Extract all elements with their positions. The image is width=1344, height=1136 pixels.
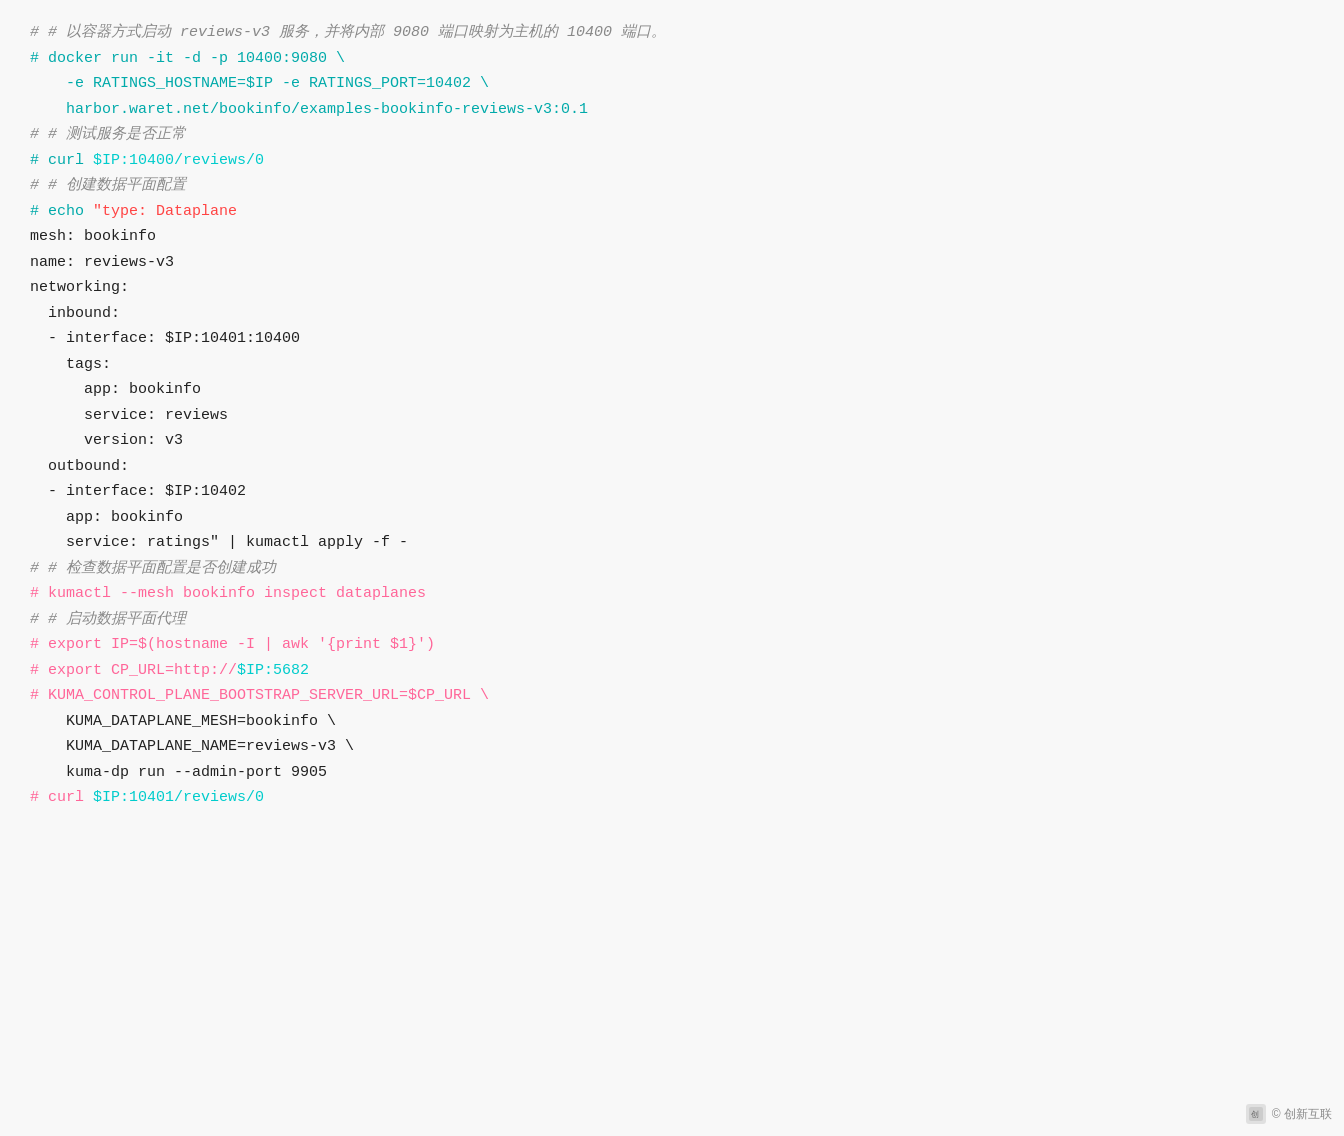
code-token: service: reviews xyxy=(30,407,228,424)
code-line: # # 测试服务是否正常 xyxy=(30,122,1314,148)
code-line: # kumactl --mesh bookinfo inspect datapl… xyxy=(30,581,1314,607)
code-container: # # 以容器方式启动 reviews-v3 服务，并将内部 9080 端口映射… xyxy=(0,0,1344,1136)
code-line: - interface: $IP:10401:10400 xyxy=(30,326,1314,352)
code-line: # curl $IP:10400/reviews/0 xyxy=(30,148,1314,174)
code-token: outbound: xyxy=(30,458,129,475)
code-line: mesh: bookinfo xyxy=(30,224,1314,250)
code-token: # export IP=$(hostname -I | awk '{print … xyxy=(30,636,435,653)
code-line: app: bookinfo xyxy=(30,505,1314,531)
code-token: # # 测试服务是否正常 xyxy=(30,126,186,143)
code-line: # # 创建数据平面配置 xyxy=(30,173,1314,199)
code-line: - interface: $IP:10402 xyxy=(30,479,1314,505)
code-token: # kumactl --mesh bookinfo inspect datapl… xyxy=(30,585,426,602)
code-line: KUMA_DATAPLANE_MESH=bookinfo \ xyxy=(30,709,1314,735)
watermark-text: © 创新互联 xyxy=(1272,1106,1332,1123)
code-line: # curl $IP:10401/reviews/0 xyxy=(30,785,1314,811)
code-token: mesh: bookinfo xyxy=(30,228,156,245)
code-line: service: reviews xyxy=(30,403,1314,429)
code-token: KUMA_DATAPLANE_NAME=reviews-v3 \ xyxy=(30,738,354,755)
code-line: KUMA_DATAPLANE_NAME=reviews-v3 \ xyxy=(30,734,1314,760)
code-line: name: reviews-v3 xyxy=(30,250,1314,276)
code-token: # # 启动数据平面代理 xyxy=(30,611,186,628)
code-token: - interface: $IP:10402 xyxy=(30,483,246,500)
code-line: # docker run -it -d -p 10400:9080 \ xyxy=(30,46,1314,72)
code-token: app: bookinfo xyxy=(30,509,183,526)
code-line: app: bookinfo xyxy=(30,377,1314,403)
code-block: # # 以容器方式启动 reviews-v3 服务，并将内部 9080 端口映射… xyxy=(30,20,1314,811)
code-token: # curl xyxy=(30,152,93,169)
code-line: # export CP_URL=http://$IP:5682 xyxy=(30,658,1314,684)
code-token: tags: xyxy=(30,356,111,373)
code-token: networking: xyxy=(30,279,129,296)
code-token: # export CP_URL=http:// xyxy=(30,662,237,679)
code-line: # KUMA_CONTROL_PLANE_BOOTSTRAP_SERVER_UR… xyxy=(30,683,1314,709)
code-token: name: reviews-v3 xyxy=(30,254,174,271)
code-token: app: bookinfo xyxy=(30,381,201,398)
code-token: inbound: xyxy=(30,305,120,322)
code-token: "type: Dataplane xyxy=(93,203,237,220)
code-line: -e RATINGS_HOSTNAME=$IP -e RATINGS_PORT=… xyxy=(30,71,1314,97)
code-line: harbor.waret.net/bookinfo/examples-booki… xyxy=(30,97,1314,123)
code-line: inbound: xyxy=(30,301,1314,327)
code-line: # # 检查数据平面配置是否创建成功 xyxy=(30,556,1314,582)
code-token: # # 创建数据平面配置 xyxy=(30,177,186,194)
code-line: service: ratings" | kumactl apply -f - xyxy=(30,530,1314,556)
watermark-icon: 创 xyxy=(1246,1104,1266,1124)
code-line: # # 以容器方式启动 reviews-v3 服务，并将内部 9080 端口映射… xyxy=(30,20,1314,46)
code-line: version: v3 xyxy=(30,428,1314,454)
code-token: # # 以容器方式启动 reviews-v3 服务，并将内部 9080 端口映射… xyxy=(30,24,666,41)
code-line: outbound: xyxy=(30,454,1314,480)
watermark: 创 © 创新互联 xyxy=(1246,1104,1332,1124)
code-token: KUMA_DATAPLANE_MESH=bookinfo \ xyxy=(30,713,336,730)
code-line: networking: xyxy=(30,275,1314,301)
code-line: # echo "type: Dataplane xyxy=(30,199,1314,225)
code-line: # # 启动数据平面代理 xyxy=(30,607,1314,633)
code-line: kuma-dp run --admin-port 9905 xyxy=(30,760,1314,786)
code-token: $IP:10401/reviews/0 xyxy=(93,789,264,806)
code-token: $IP:5682 xyxy=(237,662,309,679)
code-line: tags: xyxy=(30,352,1314,378)
code-token: kuma-dp run --admin-port 9905 xyxy=(30,764,327,781)
code-token: harbor.waret.net/bookinfo/examples-booki… xyxy=(30,101,588,118)
code-token: service: ratings" | kumactl apply -f - xyxy=(30,534,408,551)
code-token: # echo xyxy=(30,203,93,220)
code-token: # docker run -it -d -p 10400:9080 \ xyxy=(30,50,345,67)
code-token: # KUMA_CONTROL_PLANE_BOOTSTRAP_SERVER_UR… xyxy=(30,687,489,704)
code-token: $IP:10400/reviews/0 xyxy=(93,152,264,169)
code-line: # export IP=$(hostname -I | awk '{print … xyxy=(30,632,1314,658)
code-token: # curl xyxy=(30,789,93,806)
code-token: # # 检查数据平面配置是否创建成功 xyxy=(30,560,276,577)
code-token: - interface: $IP:10401:10400 xyxy=(30,330,300,347)
code-token: -e RATINGS_HOSTNAME=$IP -e RATINGS_PORT=… xyxy=(30,75,489,92)
svg-text:创: 创 xyxy=(1251,1110,1259,1119)
code-token: version: v3 xyxy=(30,432,183,449)
